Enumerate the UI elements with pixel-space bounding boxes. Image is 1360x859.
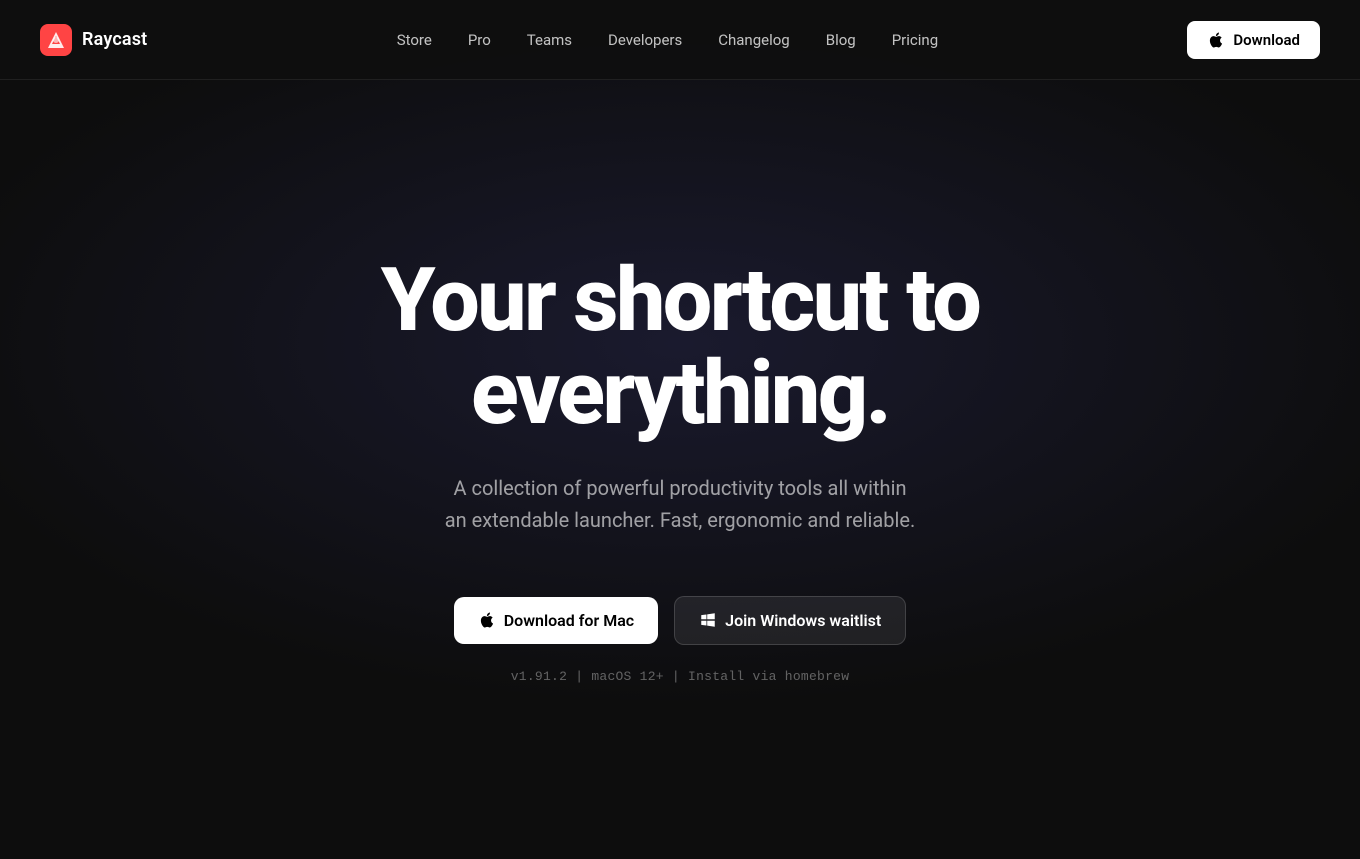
nav-download-button[interactable]: Download: [1187, 21, 1320, 59]
download-mac-button[interactable]: Download for Mac: [454, 597, 658, 644]
nav-teams[interactable]: Teams: [527, 31, 572, 49]
nav-links: Store Pro Teams Developers Changelog Blo…: [397, 30, 938, 49]
nav-pro[interactable]: Pro: [468, 31, 491, 49]
hero-meta-info: v1.91.2 | macOS 12+ | Install via homebr…: [511, 669, 850, 684]
hero-subtitle: A collection of powerful productivity to…: [445, 472, 916, 536]
download-mac-label: Download for Mac: [504, 611, 634, 630]
nav-download-label: Download: [1233, 31, 1300, 49]
windows-waitlist-button[interactable]: Join Windows waitlist: [674, 596, 906, 645]
apple-icon-hero: [478, 611, 496, 629]
windows-waitlist-label: Join Windows waitlist: [725, 611, 881, 630]
brand-name: Raycast: [82, 29, 147, 50]
nav-pricing[interactable]: Pricing: [892, 31, 938, 49]
hero-section: Your shortcut to everything. A collectio…: [0, 80, 1360, 859]
nav-developers[interactable]: Developers: [608, 31, 682, 49]
raycast-logo-icon: [40, 24, 72, 56]
hero-title: Your shortcut to everything.: [381, 255, 979, 440]
windows-icon: [699, 611, 717, 629]
hero-cta-buttons: Download for Mac Join Windows waitlist: [454, 596, 907, 645]
navbar: Raycast Store Pro Teams Developers Chang…: [0, 0, 1360, 80]
nav-changelog[interactable]: Changelog: [718, 31, 789, 49]
logo-link[interactable]: Raycast: [40, 24, 147, 56]
apple-icon: [1207, 31, 1225, 49]
nav-blog[interactable]: Blog: [826, 31, 856, 49]
nav-store[interactable]: Store: [397, 31, 432, 49]
